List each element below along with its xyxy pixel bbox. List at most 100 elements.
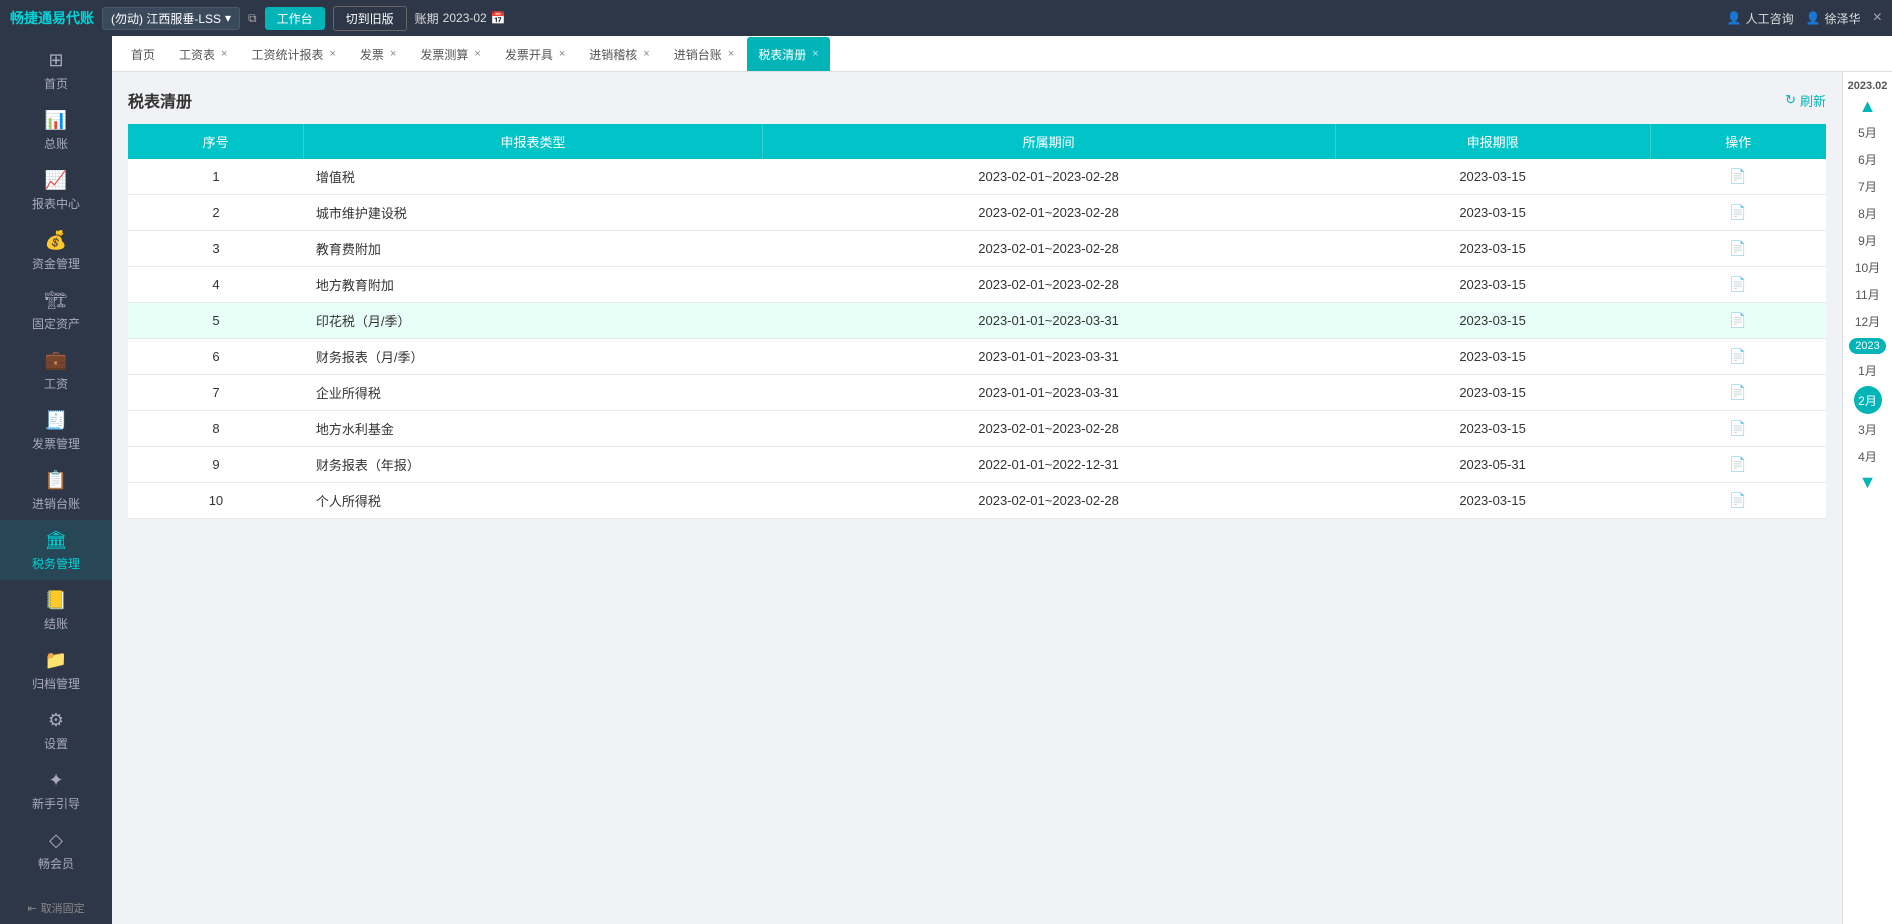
timeline-month-5[interactable]: 5月 <box>1843 119 1892 146</box>
table-row: 7 企业所得税 2023-01-01~2023-03-31 2023-03-15… <box>128 375 1826 411</box>
action-detail-icon[interactable]: 📄 <box>1729 240 1746 256</box>
timeline-month-12[interactable]: 12月 <box>1843 308 1892 335</box>
cell-action: 📄 <box>1650 159 1826 195</box>
tax-icon: 🏛 <box>45 530 68 551</box>
tab-purchase-verify[interactable]: 进销稽核 × <box>578 37 660 71</box>
ai-consult[interactable]: 👤 人工咨询 <box>1727 10 1794 27</box>
tab-purchase-verify-label: 进销稽核 <box>589 46 637 63</box>
tab-tax-clear-close[interactable]: × <box>812 48 818 60</box>
action-detail-icon[interactable]: 📄 <box>1729 312 1746 328</box>
cell-action: 📄 <box>1650 483 1826 519</box>
sidebar-item-invoice[interactable]: 🧾 发票管理 <box>0 400 112 460</box>
sidebar-item-close[interactable]: 📒 结账 <box>0 580 112 640</box>
cell-action: 📄 <box>1650 375 1826 411</box>
copy-icon[interactable]: ⧉ <box>248 11 257 26</box>
tax-table: 序号 申报表类型 所属期间 申报期限 操作 1 增值税 2023-02-01~2… <box>128 124 1826 519</box>
timeline-month-1[interactable]: 1月 <box>1843 357 1892 384</box>
cell-no: 6 <box>128 339 304 375</box>
timeline-month-11[interactable]: 11月 <box>1843 281 1892 308</box>
cell-period: 2023-02-01~2023-02-28 <box>762 483 1335 519</box>
tab-invoice-open-close[interactable]: × <box>559 48 565 60</box>
sidebar-item-guide[interactable]: ✦ 新手引导 <box>0 760 112 820</box>
cell-period: 2023-02-01~2023-02-28 <box>762 267 1335 303</box>
col-header-action: 操作 <box>1650 124 1826 159</box>
sidebar-label-archive: 归档管理 <box>32 675 80 692</box>
sidebar-item-purchase[interactable]: 📋 进销台账 <box>0 460 112 520</box>
sidebar-item-salary[interactable]: 💼 工资 <box>0 340 112 400</box>
sidebar: ⊞ 首页 📊 总账 📈 报表中心 💰 资金管理 🏗 固定资产 💼 工资 🧾 发票… <box>0 36 112 924</box>
tab-tax-clear[interactable]: 税表清册 × <box>747 37 829 71</box>
ai-icon: 👤 <box>1727 11 1742 25</box>
refresh-button[interactable]: ↻ 刷新 <box>1785 91 1826 110</box>
tab-purchase-verify-close[interactable]: × <box>643 48 649 60</box>
tab-invoice-open[interactable]: 发票开具 × <box>494 37 576 71</box>
workspace-button[interactable]: 工作台 <box>265 7 325 30</box>
sidebar-item-home[interactable]: ⊞ 首页 <box>0 40 112 100</box>
timeline-month-8[interactable]: 8月 <box>1843 200 1892 227</box>
sidebar-item-tax[interactable]: 🏛 税务管理 <box>0 520 112 580</box>
tab-invoice[interactable]: 发票 × <box>349 37 407 71</box>
unpin-button[interactable]: ⇤ 取消固定 <box>0 892 112 924</box>
timeline-month-6[interactable]: 6月 <box>1843 146 1892 173</box>
sidebar-item-capital[interactable]: 💰 资金管理 <box>0 220 112 280</box>
timeline-month-4[interactable]: 4月 <box>1843 443 1892 470</box>
table-header-row: 序号 申报表类型 所属期间 申报期限 操作 <box>128 124 1826 159</box>
col-header-no: 序号 <box>128 124 304 159</box>
cell-type: 印花税（月/季） <box>304 303 762 339</box>
tab-salary-stats-close[interactable]: × <box>329 48 335 60</box>
switch-button[interactable]: 切到旧版 <box>333 6 407 31</box>
col-header-type: 申报表类型 <box>304 124 762 159</box>
tab-purchase-ledger[interactable]: 进销台账 × <box>663 37 745 71</box>
timeline-month-7[interactable]: 7月 <box>1843 173 1892 200</box>
action-detail-icon[interactable]: 📄 <box>1729 456 1746 472</box>
cell-period: 2023-01-01~2023-03-31 <box>762 339 1335 375</box>
timeline-month-9[interactable]: 9月 <box>1843 227 1892 254</box>
home-icon: ⊞ <box>48 50 63 71</box>
sidebar-item-settings[interactable]: ⚙ 设置 <box>0 700 112 760</box>
timeline-year-2023[interactable]: 2023 <box>1849 338 1885 354</box>
tab-salary-table-close[interactable]: × <box>221 48 227 60</box>
cell-deadline: 2023-05-31 <box>1335 447 1650 483</box>
tab-invoice-check-close[interactable]: × <box>474 48 480 60</box>
tab-purchase-ledger-close[interactable]: × <box>728 48 734 60</box>
cell-deadline: 2023-03-15 <box>1335 375 1650 411</box>
tab-invoice-close[interactable]: × <box>390 48 396 60</box>
tab-salary-stats[interactable]: 工资统计报表 × <box>240 37 346 71</box>
cell-no: 8 <box>128 411 304 447</box>
action-detail-icon[interactable]: 📄 <box>1729 492 1746 508</box>
timeline-month-2-active[interactable]: 2月 <box>1854 386 1882 414</box>
cell-type: 财务报表（月/季） <box>304 339 762 375</box>
timeline-month-3[interactable]: 3月 <box>1843 416 1892 443</box>
sidebar-item-fixed[interactable]: 🏗 固定资产 <box>0 280 112 340</box>
calendar-icon[interactable]: 📅 <box>491 11 506 25</box>
sidebar-item-member[interactable]: ◇ 畅会员 <box>0 820 112 880</box>
sidebar-item-ledger[interactable]: 📊 总账 <box>0 100 112 160</box>
timeline-up-button[interactable]: ▲ <box>1859 94 1877 119</box>
cell-no: 5 <box>128 303 304 339</box>
cell-period: 2023-02-01~2023-02-28 <box>762 195 1335 231</box>
action-detail-icon[interactable]: 📄 <box>1729 204 1746 220</box>
tab-invoice-check[interactable]: 发票测算 × <box>409 37 491 71</box>
tab-home[interactable]: 首页 <box>120 37 166 71</box>
tab-salary-table[interactable]: 工资表 × <box>168 37 238 71</box>
user-profile[interactable]: 👤 徐泽华 <box>1806 10 1861 27</box>
sidebar-item-report[interactable]: 📈 报表中心 <box>0 160 112 220</box>
cell-action: 📄 <box>1650 303 1826 339</box>
company-selector[interactable]: (勿动) 江西服垂-LSS ▾ <box>102 7 240 30</box>
cell-no: 1 <box>128 159 304 195</box>
company-name: (勿动) 江西服垂-LSS <box>111 10 221 27</box>
sidebar-item-archive[interactable]: 📁 归档管理 <box>0 640 112 700</box>
action-detail-icon[interactable]: 📄 <box>1729 276 1746 292</box>
window-close-button[interactable]: × <box>1873 9 1882 27</box>
action-detail-icon[interactable]: 📄 <box>1729 420 1746 436</box>
sidebar-label-home: 首页 <box>44 75 68 92</box>
cell-period: 2022-01-01~2022-12-31 <box>762 447 1335 483</box>
action-detail-icon[interactable]: 📄 <box>1729 348 1746 364</box>
cell-type: 教育费附加 <box>304 231 762 267</box>
action-detail-icon[interactable]: 📄 <box>1729 384 1746 400</box>
timeline-down-button[interactable]: ▼ <box>1859 470 1877 495</box>
action-detail-icon[interactable]: 📄 <box>1729 168 1746 184</box>
dropdown-icon: ▾ <box>225 11 231 25</box>
cell-period: 2023-01-01~2023-03-31 <box>762 303 1335 339</box>
timeline-month-10[interactable]: 10月 <box>1843 254 1892 281</box>
